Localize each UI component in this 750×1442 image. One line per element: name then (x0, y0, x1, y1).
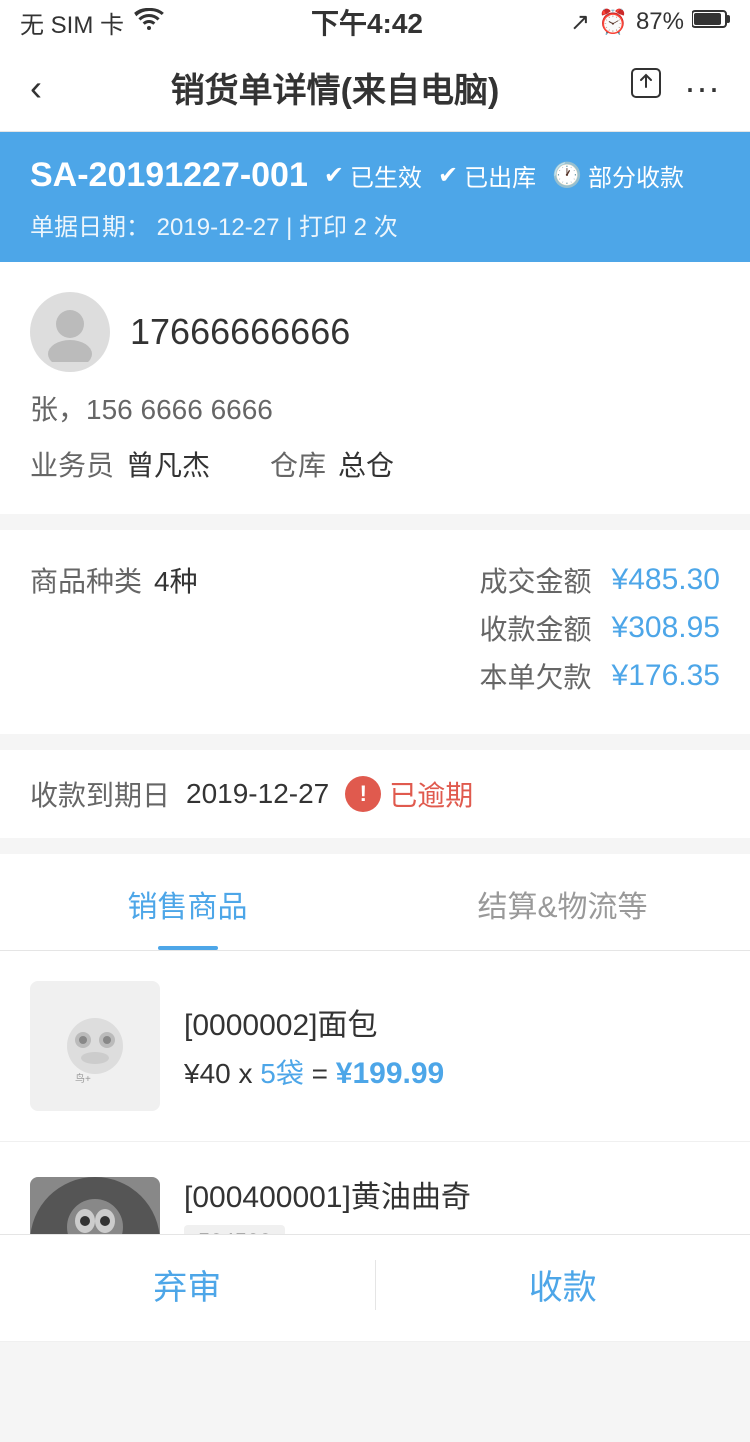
battery-text: 87% (636, 8, 684, 36)
product-item: 鸟+ [0000002]面包 ¥40 x 5袋 = ¥199.99 (0, 951, 750, 1142)
receipt-amount: ¥308.95 (612, 611, 720, 645)
customer-section: 17666666666 张，156 6666 6666 业务员 曾凡杰 仓库 总… (0, 262, 750, 514)
warehouse-meta: 仓库 总仓 (270, 444, 394, 484)
category-value: 4种 (154, 560, 198, 600)
order-row: SA-20191227-001 ✔ 已生效 ✔ 已出库 🕐 部分收款 (30, 156, 720, 195)
product-name-cookie: [000400001]黄油曲奇 (184, 1172, 720, 1216)
receipt-amount-row: 收款金额 ¥308.95 (480, 608, 720, 648)
alarm-icon: ⏰ (598, 8, 628, 37)
bottom-bar: 弃审 收款 (0, 1234, 750, 1334)
customer-row: 17666666666 (30, 292, 720, 372)
share-icon[interactable] (628, 65, 664, 110)
header-date: 单据日期： 2019-12-27 | 打印 2 次 (30, 207, 720, 242)
sales-meta: 业务员 曾凡杰 (30, 444, 210, 484)
cancel-audit-button[interactable]: 弃审 (0, 1240, 375, 1329)
location-icon: ↗ (570, 8, 590, 37)
warehouse-label: 仓库 (270, 444, 326, 484)
status-right: ↗ ⏰ 87% (570, 8, 730, 37)
tabs-section: 销售商品 结算&物流等 (0, 854, 750, 951)
page-title: 销货单详情(来自电脑) (171, 63, 500, 112)
check-icon-1: ✔ (324, 161, 344, 190)
order-date: 2019-12-27 (157, 214, 280, 241)
sales-value: 曾凡杰 (126, 444, 210, 484)
header-card: SA-20191227-001 ✔ 已生效 ✔ 已出库 🕐 部分收款 单据日期：… (0, 132, 750, 262)
status-left: 无 SIM 卡 (20, 5, 164, 40)
debt-amount: ¥176.35 (612, 659, 720, 693)
stats-left: 商品种类 4种 (30, 560, 198, 604)
product-name-bread: [0000002]面包 (184, 1000, 720, 1044)
due-section: 收款到期日 2019-12-27 ! 已逾期 (0, 750, 750, 838)
stats-right: 成交金额 ¥485.30 收款金额 ¥308.95 本单欠款 ¥176.35 (480, 560, 720, 704)
status-bar: 无 SIM 卡 下午4:42 ↗ ⏰ 87% (0, 0, 750, 44)
print-info: | 打印 2 次 (286, 214, 398, 241)
check-icon-2: ✔ (438, 161, 458, 190)
debt-label: 本单欠款 (480, 656, 592, 696)
status-shipped: ✔ 已出库 (438, 158, 536, 193)
deal-amount-label: 成交金额 (480, 560, 592, 600)
overdue-text: 已逾期 (389, 774, 473, 814)
status-partial-text: 部分收款 (588, 158, 684, 193)
product-info-bread: [0000002]面包 ¥40 x 5袋 = ¥199.99 (184, 1000, 720, 1092)
battery-icon (692, 8, 730, 36)
status-effective: ✔ 已生效 (324, 158, 422, 193)
due-label: 收款到期日 (30, 774, 170, 814)
date-label: 单据日期： (30, 214, 150, 241)
bread-multiply: x (239, 1058, 261, 1089)
clock-icon: 🕐 (552, 161, 582, 190)
stats-section: 商品种类 4种 成交金额 ¥485.30 收款金额 ¥308.95 本单欠款 ¥… (0, 530, 750, 734)
back-button[interactable]: ‹ (30, 67, 42, 109)
tabs-row: 销售商品 结算&物流等 (0, 854, 750, 951)
debt-row: 本单欠款 ¥176.35 (480, 656, 720, 696)
avatar-icon (40, 302, 100, 362)
status-shipped-text: 已出库 (464, 158, 536, 193)
bread-equals: = (312, 1058, 336, 1089)
sales-label: 业务员 (30, 444, 114, 484)
bread-owl-icon: 鸟+ (45, 1006, 145, 1086)
receipt-amount-label: 收款金额 (480, 608, 592, 648)
nav-bar: ‹ 销货单详情(来自电脑) ··· (0, 44, 750, 132)
bread-price: ¥40 (184, 1058, 231, 1089)
product-price-bread: ¥40 x 5袋 = ¥199.99 (184, 1052, 720, 1092)
tab-settlement[interactable]: 结算&物流等 (375, 854, 750, 950)
avatar (30, 292, 110, 372)
warehouse-value: 总仓 (338, 444, 394, 484)
order-number: SA-20191227-001 (30, 156, 308, 195)
svg-text:鸟+: 鸟+ (75, 1072, 91, 1085)
product-image-bread: 鸟+ (30, 981, 160, 1111)
status-effective-text: 已生效 (350, 158, 422, 193)
tab-sales-products[interactable]: 销售商品 (0, 854, 375, 950)
category-label: 商品种类 (30, 560, 142, 600)
more-icon[interactable]: ··· (684, 67, 720, 109)
deal-amount-row: 成交金额 ¥485.30 (480, 560, 720, 600)
no-sim-text: 无 SIM 卡 (20, 5, 124, 40)
customer-meta: 业务员 曾凡杰 仓库 总仓 (30, 444, 720, 484)
status-time: 下午4:42 (311, 2, 423, 42)
status-partial: 🕐 部分收款 (552, 158, 684, 193)
bread-total: ¥199.99 (336, 1057, 444, 1090)
category-row: 商品种类 4种 (30, 560, 198, 600)
collect-payment-button[interactable]: 收款 (376, 1240, 750, 1329)
due-date: 2019-12-27 (186, 778, 329, 810)
wifi-icon (134, 8, 164, 37)
overdue-icon: ! (345, 776, 381, 812)
deal-amount: ¥485.30 (612, 563, 720, 597)
bread-qty: 5袋 (260, 1058, 311, 1089)
customer-phone: 17666666666 (130, 311, 350, 353)
customer-name-phone: 张，156 6666 6666 (30, 388, 720, 428)
overdue-badge: ! 已逾期 (345, 774, 473, 814)
nav-actions: ··· (628, 65, 720, 110)
